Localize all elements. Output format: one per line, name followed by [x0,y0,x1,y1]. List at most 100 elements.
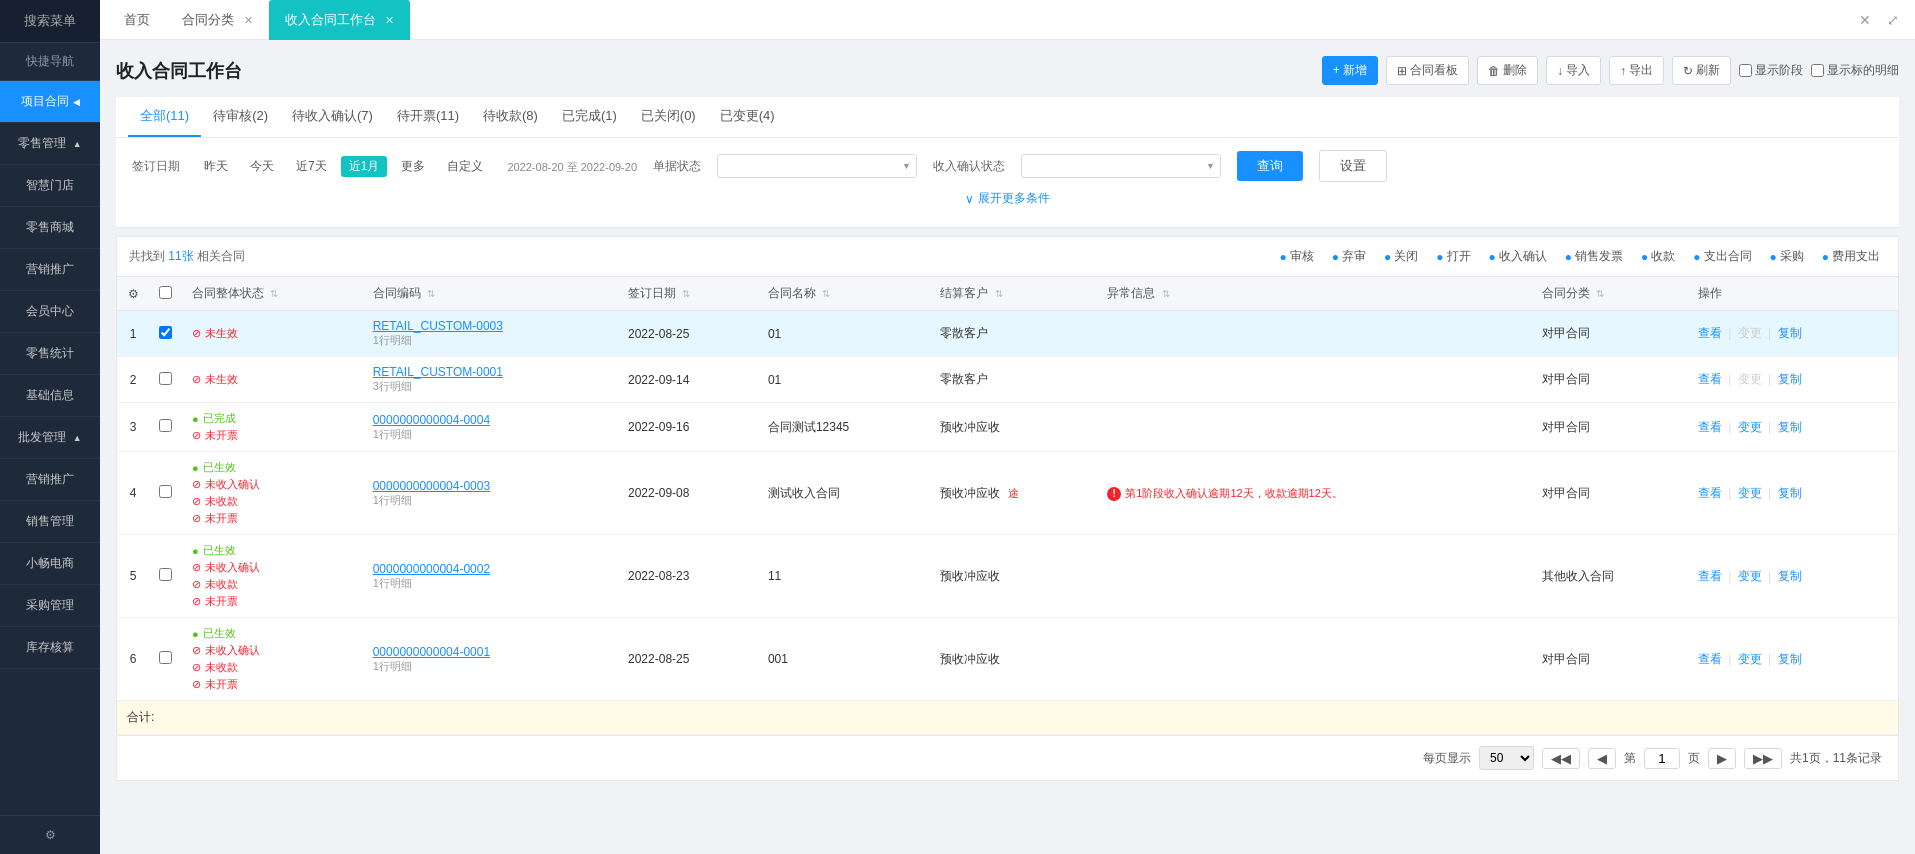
row3-checkbox[interactable] [149,403,182,452]
row1-change[interactable]: 变更 [1738,326,1762,340]
show-stage-checkbox[interactable]: 显示阶段 [1739,62,1803,79]
action-abandon[interactable]: ● 弃审 [1326,245,1372,268]
row5-checkbox[interactable] [149,535,182,618]
sidebar-item-purchase[interactable]: 采购管理 [0,585,100,627]
select-all-checkbox[interactable] [159,286,172,299]
income-confirm-select[interactable] [1021,154,1221,178]
last-page-button[interactable]: ▶▶ [1744,748,1782,769]
prev-page-button[interactable]: ◀ [1588,748,1616,769]
tab-bar-close[interactable]: ✕ [1851,12,1879,28]
sidebar-item-wholesale-mgmt[interactable]: 批发管理 ▲ [0,417,100,459]
export-button[interactable]: ↑ 导出 [1609,56,1664,85]
action-expense-pay[interactable]: ● 费用支出 [1816,245,1886,268]
sidebar-item-mkt-promo[interactable]: 营销推广 [0,249,100,291]
row6-view[interactable]: 查看 [1698,652,1722,666]
row5-copy[interactable]: 复制 [1778,569,1802,583]
date-opt-last1month[interactable]: 近1月 [341,156,388,177]
sidebar-item-member[interactable]: 会员中心 [0,291,100,333]
row2-code-link[interactable]: RETAIL_CUSTOM-0001 [373,365,608,379]
date-opt-more[interactable]: 更多 [393,156,433,177]
sidebar-search[interactable]: 搜索菜单 [0,0,100,43]
sidebar-item-retail-mall[interactable]: 零售商城 [0,207,100,249]
row6-checkbox[interactable] [149,618,182,701]
action-review[interactable]: ● 审核 [1274,245,1320,268]
sidebar-item-sales-mgmt[interactable]: 销售管理 [0,501,100,543]
row6-copy[interactable]: 复制 [1778,652,1802,666]
sort-abnormal-icon[interactable]: ⇅ [1162,288,1170,299]
date-opt-last7[interactable]: 近7天 [288,156,335,177]
page-number-input[interactable] [1644,748,1680,769]
filter-tab-all[interactable]: 全部(11) [128,97,201,137]
row2-copy[interactable]: 复制 [1778,372,1802,386]
sidebar-item-smart-store[interactable]: 智慧门店 [0,165,100,207]
row2-view[interactable]: 查看 [1698,372,1722,386]
col-checkbox[interactable] [149,277,182,311]
row3-copy[interactable]: 复制 [1778,420,1802,434]
sidebar-item-mkt-promo2[interactable]: 营销推广 [0,459,100,501]
row1-view[interactable]: 查看 [1698,326,1722,340]
row1-code-link[interactable]: RETAIL_CUSTOM-0003 [373,319,608,333]
row4-view[interactable]: 查看 [1698,486,1722,500]
filter-tab-changed[interactable]: 已变更(4) [708,97,787,137]
sidebar-item-base-info[interactable]: 基础信息 [0,375,100,417]
row3-view[interactable]: 查看 [1698,420,1722,434]
expand-conditions[interactable]: ∨ 展开更多条件 [965,190,1050,207]
doc-status-select[interactable] [717,154,917,178]
sort-name-icon[interactable]: ⇅ [822,288,830,299]
first-page-button[interactable]: ◀◀ [1542,748,1580,769]
sidebar-item-xiaochang[interactable]: 小畅电商 [0,543,100,585]
filter-tab-completed[interactable]: 已完成(1) [550,97,629,137]
sort-code-icon[interactable]: ⇅ [427,288,435,299]
delete-button[interactable]: 🗑 删除 [1477,56,1538,85]
row2-checkbox[interactable] [149,357,182,403]
sidebar-quick-nav[interactable]: 快捷导航 [0,43,100,81]
filter-tab-pending-income-confirm[interactable]: 待收入确认(7) [280,97,385,137]
action-purchase[interactable]: ● 采购 [1764,245,1810,268]
sidebar-item-retail-stat[interactable]: 零售统计 [0,333,100,375]
show-detail-checkbox[interactable]: 显示标的明细 [1811,62,1899,79]
row4-copy[interactable]: 复制 [1778,486,1802,500]
tab-contract-category-close[interactable]: ✕ [244,14,253,26]
import-button[interactable]: ↓ 导入 [1546,56,1601,85]
filter-tab-pending-review[interactable]: 待审核(2) [201,97,280,137]
row6-change[interactable]: 变更 [1738,652,1762,666]
row4-change[interactable]: 变更 [1738,486,1762,500]
refresh-button[interactable]: ↻ 刷新 [1672,56,1731,85]
contract-board-button[interactable]: ⊞ 合同看板 [1386,56,1469,85]
action-expense-out[interactable]: ● 支出合同 [1687,245,1757,268]
sidebar-item-inventory[interactable]: 库存核算 [0,627,100,669]
new-button[interactable]: + 新增 [1322,56,1378,85]
row5-view[interactable]: 查看 [1698,569,1722,583]
tab-bar-expand[interactable]: ⤢ [1879,12,1907,28]
filter-tab-closed[interactable]: 已关闭(0) [629,97,708,137]
date-opt-today[interactable]: 今天 [242,156,282,177]
date-opt-custom[interactable]: 自定义 [439,156,491,177]
sidebar-item-retail-mgmt[interactable]: 零售管理 ▲ [0,123,100,165]
sidebar-settings[interactable]: ⚙ [0,815,100,854]
sort-customer-icon[interactable]: ⇅ [995,288,1003,299]
filter-tab-pending-payment[interactable]: 待收款(8) [471,97,550,137]
sort-date-icon[interactable]: ⇅ [682,288,690,299]
show-detail-input[interactable] [1811,64,1824,77]
next-page-button[interactable]: ▶ [1708,748,1736,769]
row6-code-link[interactable]: 0000000000004-0001 [373,645,608,659]
row4-checkbox[interactable] [149,452,182,535]
row3-change[interactable]: 变更 [1738,420,1762,434]
action-income-confirm[interactable]: ● 收入确认 [1483,245,1553,268]
tab-income-contract[interactable]: 收入合同工作台 ✕ [269,0,411,40]
row5-code-link[interactable]: 0000000000004-0002 [373,562,608,576]
tab-income-contract-close[interactable]: ✕ [385,14,394,26]
date-opt-yesterday[interactable]: 昨天 [196,156,236,177]
show-stage-input[interactable] [1739,64,1752,77]
col-settings[interactable]: ⚙ [117,277,149,311]
action-open[interactable]: ● 打开 [1430,245,1476,268]
filter-tab-pending-invoice[interactable]: 待开票(11) [385,97,471,137]
action-close[interactable]: ● 关闭 [1378,245,1424,268]
query-button[interactable]: 查询 [1237,151,1303,181]
action-sales-invoice[interactable]: ● 销售发票 [1559,245,1629,268]
row1-checkbox[interactable] [149,311,182,357]
sidebar-item-project[interactable]: 项目合同 ◀ [0,81,100,123]
row3-code-link[interactable]: 0000000000004-0004 [373,413,608,427]
sort-status-icon[interactable]: ⇅ [270,288,278,299]
tab-contract-category[interactable]: 合同分类 ✕ [166,0,269,40]
